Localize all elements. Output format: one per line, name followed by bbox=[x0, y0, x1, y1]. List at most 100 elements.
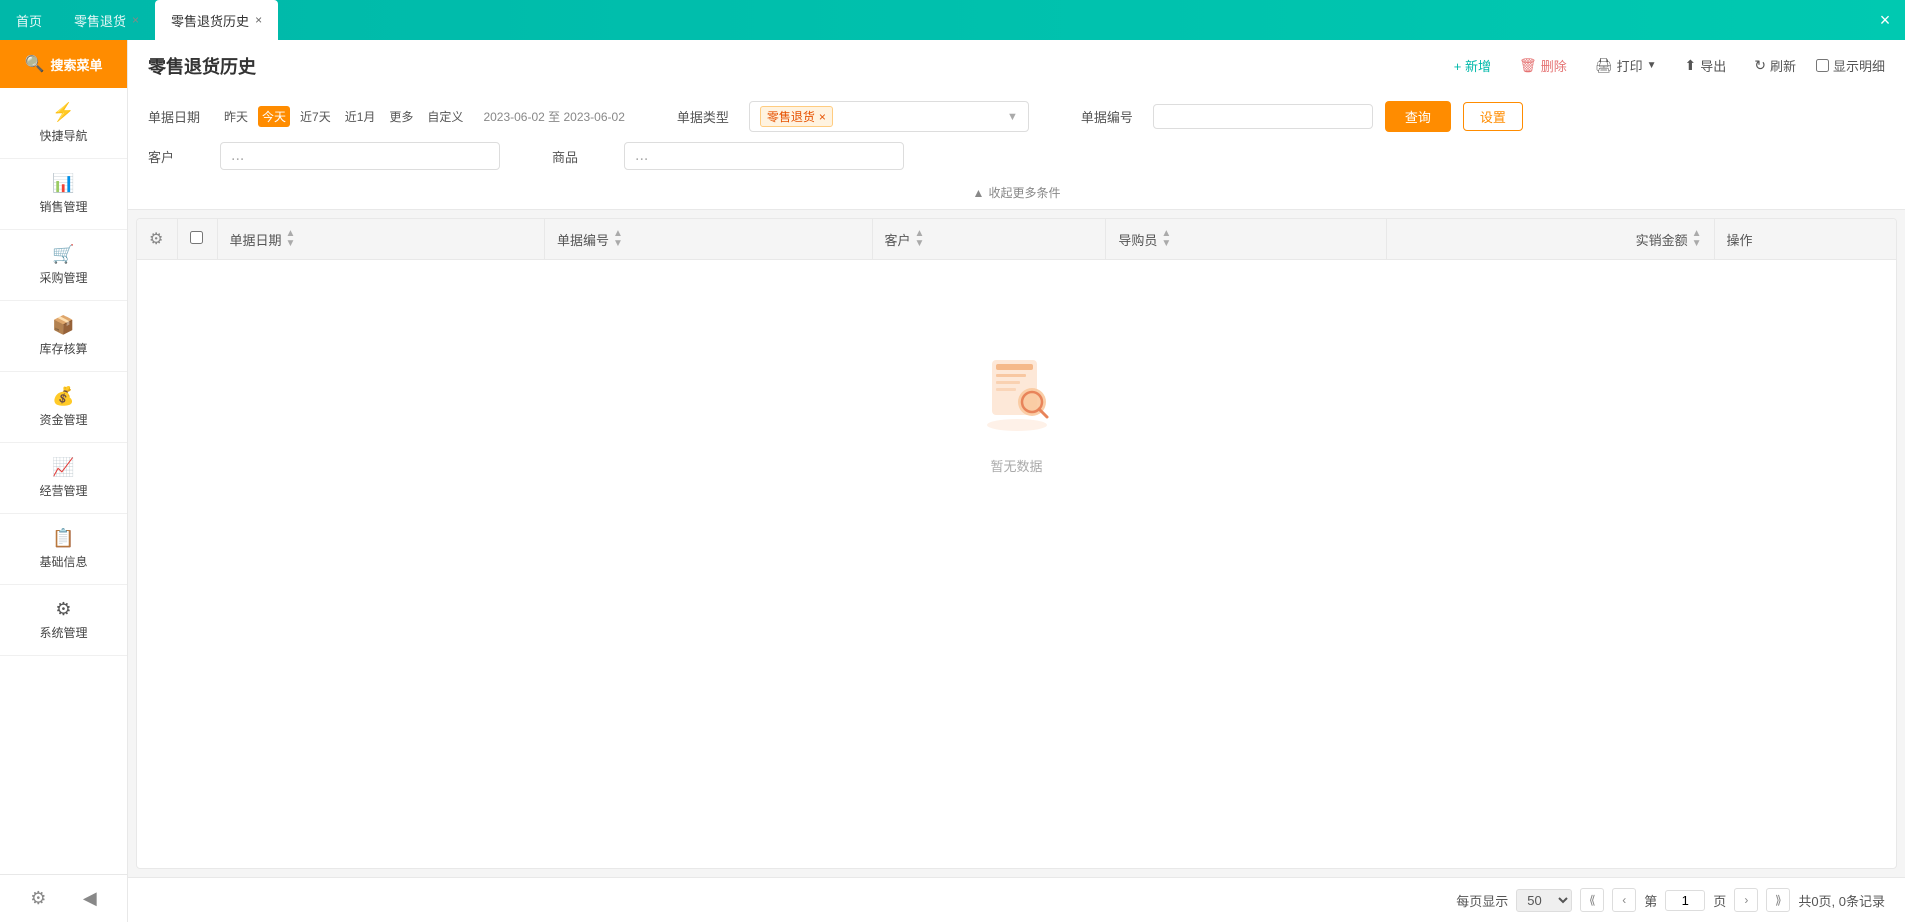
empty-icon bbox=[967, 340, 1067, 440]
sidebar-item-sales-mgmt-label: 销售管理 bbox=[39, 198, 87, 215]
page-size-label: 每页显示 bbox=[1456, 891, 1508, 910]
operations-icon: 📈 bbox=[52, 457, 74, 478]
type-filter-label: 单据类型 bbox=[677, 107, 737, 126]
type-tag-close-icon[interactable]: × bbox=[819, 110, 826, 124]
settings-bottom-icon[interactable]: ⚙ bbox=[30, 888, 46, 909]
sidebar: 🔍 搜索菜单 ⚡ 快捷导航 📊 销售管理 🛒 采购管理 📦 库存核算 💰 bbox=[0, 40, 128, 922]
sidebar-item-finance[interactable]: 💰 资金管理 bbox=[0, 372, 127, 443]
type-tag-value: 零售退货 bbox=[767, 108, 815, 125]
col-voucher-sort: ▲▼ bbox=[613, 229, 623, 249]
new-button-label: + 新增 bbox=[1454, 56, 1491, 75]
tab-retail-return-history[interactable]: 零售退货历史 × bbox=[155, 0, 278, 40]
page-input[interactable] bbox=[1665, 890, 1705, 911]
voucher-filter-label: 单据编号 bbox=[1081, 107, 1141, 126]
col-amount[interactable]: 实销金额 ▲▼ bbox=[1387, 219, 1715, 260]
page-next-button[interactable]: › bbox=[1734, 888, 1758, 912]
sidebar-item-operations-label: 经营管理 bbox=[39, 482, 87, 499]
tab-home[interactable]: 首页 bbox=[0, 0, 58, 40]
sidebar-item-base-info-label: 基础信息 bbox=[39, 553, 87, 570]
col-date[interactable]: 单据日期 ▲▼ bbox=[217, 219, 545, 260]
col-checkbox[interactable] bbox=[177, 219, 217, 260]
tab-retail-return[interactable]: 零售退货 × bbox=[58, 0, 155, 40]
sidebar-bottom: ⚙ ◀ bbox=[0, 874, 127, 922]
display-detail-input[interactable] bbox=[1816, 59, 1829, 72]
tab-retail-return-close[interactable]: × bbox=[132, 13, 139, 27]
page-header: 零售退货历史 + 新增 🗑 删除 🖨 打印 ▼ ⬆ bbox=[128, 40, 1905, 210]
setting-button[interactable]: 设置 bbox=[1463, 102, 1523, 131]
delete-button[interactable]: 🗑 删除 bbox=[1511, 52, 1575, 79]
page-first-button[interactable]: ⟪ bbox=[1580, 888, 1604, 912]
print-button-label: 打印 bbox=[1617, 56, 1643, 75]
sidebar-item-base-info[interactable]: 📋 基础信息 bbox=[0, 514, 127, 585]
sidebar-item-quick-nav[interactable]: ⚡ 快捷导航 bbox=[0, 88, 127, 159]
sidebar-item-operations[interactable]: 📈 经营管理 bbox=[0, 443, 127, 514]
display-detail-checkbox[interactable]: 显示明细 bbox=[1816, 56, 1885, 75]
export-button[interactable]: ⬆ 导出 bbox=[1676, 52, 1734, 79]
delete-icon: 🗑 bbox=[1519, 57, 1537, 74]
sidebar-item-purchase-mgmt-label: 采购管理 bbox=[39, 269, 87, 286]
col-customer-sort: ▲▼ bbox=[915, 229, 925, 249]
jump-label: 第 bbox=[1644, 891, 1657, 910]
page-last-button[interactable]: ⟫ bbox=[1766, 888, 1790, 912]
refresh-button-label: 刷新 bbox=[1770, 56, 1796, 75]
col-guide[interactable]: 导购员 ▲▼ bbox=[1106, 219, 1387, 260]
date-opt-1month[interactable]: 近1月 bbox=[341, 106, 380, 127]
col-customer[interactable]: 客户 ▲▼ bbox=[872, 219, 1106, 260]
col-amount-label: 实销金额 bbox=[1636, 230, 1688, 249]
date-opt-yesterday[interactable]: 昨天 bbox=[220, 106, 252, 127]
date-opt-custom[interactable]: 自定义 bbox=[423, 106, 467, 127]
inventory-icon: 📦 bbox=[52, 315, 74, 336]
tab-retail-return-history-close[interactable]: × bbox=[255, 13, 262, 27]
finance-icon: 💰 bbox=[52, 386, 74, 407]
empty-state: 暂无数据 bbox=[137, 260, 1896, 555]
table-settings-icon[interactable]: ⚙ bbox=[149, 231, 163, 248]
sys-mgmt-icon: ⚙ bbox=[55, 599, 71, 620]
sidebar-item-purchase-mgmt[interactable]: 🛒 采购管理 bbox=[0, 230, 127, 301]
page-label: 页 bbox=[1713, 891, 1726, 910]
main-layout: 🔍 搜索菜单 ⚡ 快捷导航 📊 销售管理 🛒 采购管理 📦 库存核算 💰 bbox=[0, 40, 1905, 922]
collapse-bar[interactable]: ▲ 收起更多条件 bbox=[148, 180, 1885, 209]
collapse-sidebar-icon[interactable]: ◀ bbox=[83, 888, 97, 909]
customer-filter-label: 客户 bbox=[148, 147, 208, 166]
filter-row-2: 客户 ... 商品 ... bbox=[148, 142, 1885, 170]
pagination-bar: 每页显示 50 100 200 ⟪ ‹ 第 页 › ⟫ 共0页, 0条记录 bbox=[128, 877, 1905, 922]
tab-retail-return-label: 零售退货 bbox=[74, 11, 126, 30]
date-filter-label: 单据日期 bbox=[148, 107, 208, 126]
col-voucher-label: 单据编号 bbox=[557, 230, 609, 249]
col-settings[interactable]: ⚙ bbox=[137, 219, 177, 260]
sidebar-item-inventory[interactable]: 📦 库存核算 bbox=[0, 301, 127, 372]
content-area: 零售退货历史 + 新增 🗑 删除 🖨 打印 ▼ ⬆ bbox=[128, 40, 1905, 922]
sales-mgmt-icon: 📊 bbox=[52, 173, 74, 194]
table-header-row: ⚙ 单据日期 ▲▼ 单据编号 bbox=[137, 219, 1896, 260]
date-opt-today[interactable]: 今天 bbox=[258, 106, 290, 127]
customer-filter-select[interactable]: ... bbox=[220, 142, 500, 170]
page-size-select[interactable]: 50 100 200 bbox=[1516, 889, 1572, 912]
data-table: ⚙ 单据日期 ▲▼ 单据编号 bbox=[137, 219, 1896, 555]
select-all-checkbox[interactable] bbox=[190, 231, 203, 244]
new-button[interactable]: + 新增 bbox=[1446, 52, 1499, 79]
window-close-button[interactable]: × bbox=[1865, 0, 1905, 40]
date-opt-7days[interactable]: 近7天 bbox=[296, 106, 335, 127]
voucher-filter-input[interactable] bbox=[1153, 104, 1373, 129]
sidebar-search[interactable]: 🔍 搜索菜单 bbox=[0, 40, 127, 88]
col-action: 操作 bbox=[1714, 219, 1896, 260]
date-options: 昨天 今天 近7天 近1月 更多 自定义 bbox=[220, 106, 467, 127]
date-opt-more[interactable]: 更多 bbox=[385, 106, 417, 127]
type-filter-select[interactable]: 零售退货 × ▼ bbox=[749, 101, 1029, 132]
col-amount-sort: ▲▼ bbox=[1692, 229, 1702, 249]
goods-filter-select[interactable]: ... bbox=[624, 142, 904, 170]
page-prev-button[interactable]: ‹ bbox=[1612, 888, 1636, 912]
display-detail-label: 显示明细 bbox=[1833, 56, 1885, 75]
col-customer-label: 客户 bbox=[885, 230, 911, 249]
sidebar-search-label: 搜索菜单 bbox=[50, 55, 102, 74]
sidebar-item-sales-mgmt[interactable]: 📊 销售管理 bbox=[0, 159, 127, 230]
customer-dots: ... bbox=[231, 147, 244, 165]
collapse-up-icon: ▲ bbox=[973, 186, 985, 200]
refresh-button[interactable]: ↻ 刷新 bbox=[1746, 52, 1804, 79]
print-button[interactable]: 🖨 打印 ▼ bbox=[1587, 52, 1665, 79]
print-dropdown-icon: ▼ bbox=[1647, 60, 1657, 71]
tab-home-label: 首页 bbox=[16, 11, 42, 30]
query-button[interactable]: 查询 bbox=[1385, 101, 1451, 132]
col-voucher[interactable]: 单据编号 ▲▼ bbox=[545, 219, 873, 260]
sidebar-item-sys-mgmt[interactable]: ⚙ 系统管理 bbox=[0, 585, 127, 656]
